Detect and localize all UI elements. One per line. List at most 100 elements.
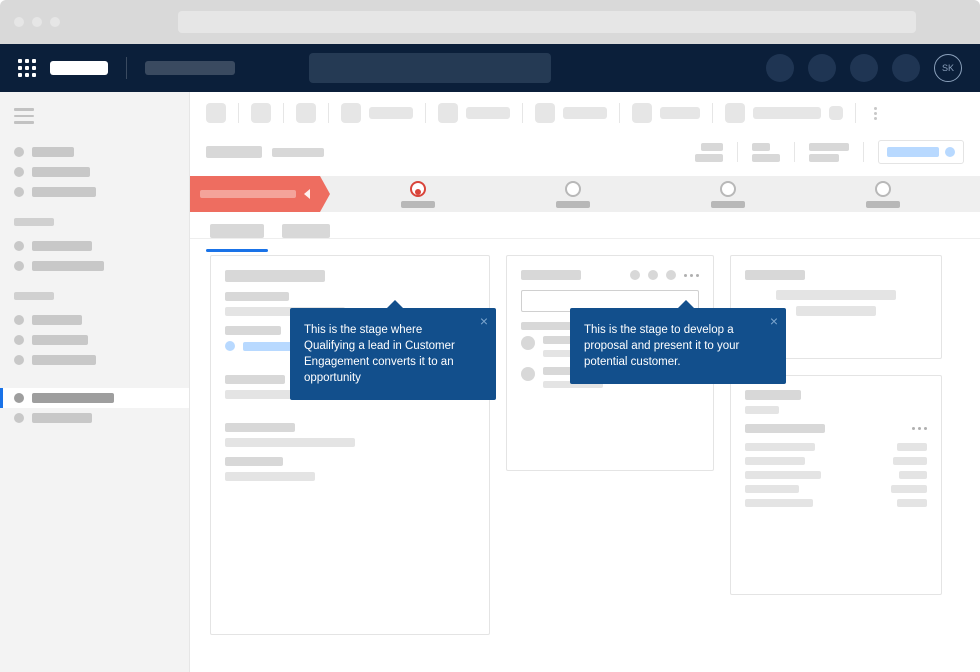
card-action-icon[interactable] [666,270,676,280]
field-label [225,457,283,466]
tab[interactable] [210,224,264,238]
sidebar-item[interactable] [0,330,189,350]
header-action-button[interactable] [878,140,964,164]
divider [737,142,738,162]
sidebar-item-label [32,147,74,157]
sidebar-section-header [14,218,54,226]
card-heading [745,270,805,280]
card-action-icon[interactable] [630,270,640,280]
sidebar-item[interactable] [0,350,189,370]
sidebar-section-header [14,292,54,300]
overflow-icon[interactable] [912,427,927,430]
sidebar-item[interactable] [0,310,189,330]
record-subtitle [272,148,324,157]
record-header [190,134,980,170]
field-label [225,375,285,384]
toolbar-button[interactable] [829,106,843,120]
sidebar-item-icon [14,393,24,403]
card-heading [521,270,581,280]
stage-step[interactable] [556,181,590,208]
card-sub [745,406,779,414]
timeline-item-icon [521,367,535,381]
sidebar-item-icon [14,167,24,177]
sidebar-item-icon [14,241,24,251]
stage-step[interactable] [711,181,745,208]
toolbar-button[interactable] [206,103,226,123]
overflow-icon[interactable] [684,274,699,277]
stage-step[interactable] [401,181,435,208]
close-icon[interactable]: × [770,314,778,328]
divider [794,142,795,162]
field-label [225,423,295,432]
app-launcher-icon[interactable] [18,59,36,77]
sidebar-item[interactable] [0,142,189,162]
sidebar-item-icon [14,413,24,423]
toolbar-button[interactable] [438,103,458,123]
toolbar-button[interactable] [725,103,745,123]
tab[interactable] [282,224,330,238]
user-avatar[interactable]: SK [934,54,962,82]
field-label [225,292,289,301]
stage-current[interactable] [190,176,320,212]
sidebar-item-label [32,413,92,423]
related-label [745,471,821,479]
tab-row [190,212,980,239]
sidebar-item-label [32,261,104,271]
related-row[interactable] [745,443,927,451]
toolbar-button[interactable] [535,103,555,123]
window-dot [32,17,42,27]
stage-ring-icon [875,181,891,197]
toolbar-button[interactable] [251,103,271,123]
close-icon[interactable]: × [480,314,488,328]
nav-action[interactable] [892,54,920,82]
sidebar-item[interactable] [0,408,189,428]
toolbar-button[interactable] [296,103,316,123]
url-bar[interactable] [178,11,916,33]
toolbar-button[interactable] [632,103,652,123]
toolbar-button-label [753,107,821,119]
divider [712,103,713,123]
hamburger-icon[interactable] [14,108,34,122]
sidebar-item-label [32,187,96,197]
related-value [897,499,927,507]
sidebar-item-icon [14,335,24,345]
related-row[interactable] [745,457,927,465]
toolbar-button-label [660,107,700,119]
stage-label [401,201,435,208]
card-heading [745,390,801,400]
toolbar-overflow-icon[interactable] [874,107,877,120]
divider [619,103,620,123]
app-logo[interactable] [50,61,108,75]
top-navbar: SK [0,44,980,92]
card-header [521,270,699,280]
related-value [893,457,927,465]
related-row[interactable] [745,485,927,493]
global-search-input[interactable] [309,53,551,83]
related-value [899,471,927,479]
sidebar-item[interactable] [0,162,189,182]
stage-ring-icon [410,181,426,197]
sidebar-item[interactable] [0,182,189,202]
divider [855,103,856,123]
nav-area-label[interactable] [145,61,235,75]
divider [126,57,127,79]
nav-action[interactable] [850,54,878,82]
toolbar-button-label [369,107,413,119]
related-row[interactable] [745,471,927,479]
sidebar-item[interactable] [0,256,189,276]
nav-action[interactable] [766,54,794,82]
sidebar-item-selected[interactable] [0,388,189,408]
toolbar-button[interactable] [341,103,361,123]
sidebar [0,92,190,672]
stage-step[interactable] [866,181,900,208]
sidebar-item-label [32,167,90,177]
related-value [891,485,927,493]
related-row[interactable] [745,499,927,507]
sidebar-item-label [32,335,88,345]
toolbar-button-label [466,107,510,119]
sidebar-item[interactable] [0,236,189,256]
card-action-icon[interactable] [648,270,658,280]
related-label [745,485,799,493]
callout-text: This is the stage where Qualifying a lea… [304,324,455,384]
nav-action[interactable] [808,54,836,82]
